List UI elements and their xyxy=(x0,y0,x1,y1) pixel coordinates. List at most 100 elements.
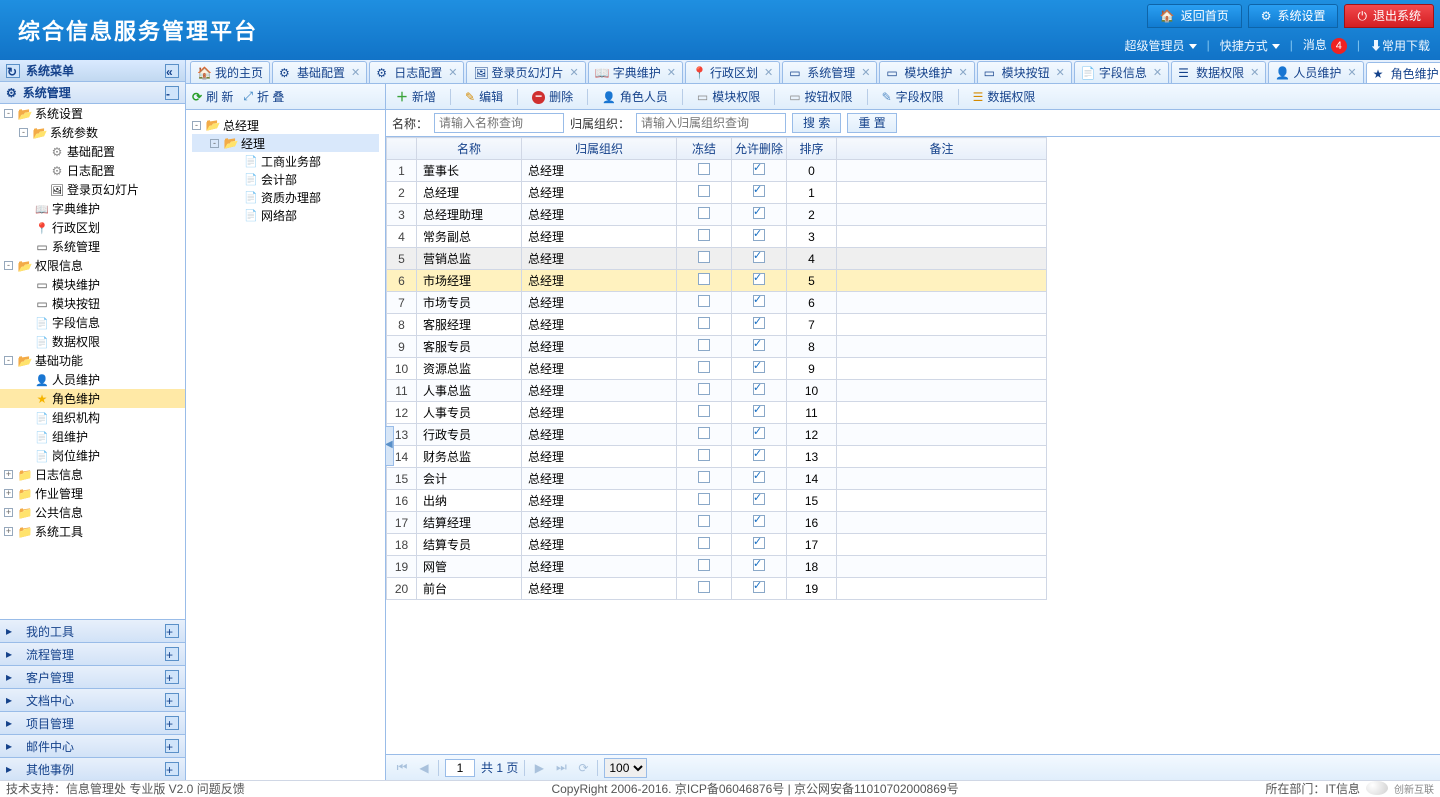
allow-delete-checkbox[interactable] xyxy=(753,449,765,461)
table-row[interactable]: 7市场专员总经理6 xyxy=(387,292,1047,314)
grid-col-6[interactable]: 备注 xyxy=(837,138,1047,160)
allow-delete-checkbox[interactable] xyxy=(753,295,765,307)
expand-icon[interactable]: + xyxy=(165,624,179,638)
user-role-dropdown[interactable]: 超级管理员 xyxy=(1125,37,1197,54)
expand-icon[interactable]: - xyxy=(210,139,219,148)
table-row[interactable]: 9客服专员总经理8 xyxy=(387,336,1047,358)
expand-icon[interactable]: - xyxy=(192,121,201,130)
sidebar-item-系统工具[interactable]: +系统工具 xyxy=(0,522,185,541)
table-row[interactable]: 2总经理总经理1 xyxy=(387,182,1047,204)
frozen-checkbox[interactable] xyxy=(698,515,710,527)
settings-button[interactable]: ⚙ 系统设置 xyxy=(1248,4,1339,28)
tab-登录页幻灯片[interactable]: 🖼登录页幻灯片✕ xyxy=(466,61,585,83)
tab-数据权限[interactable]: ☰数据权限✕ xyxy=(1171,61,1266,83)
table-row[interactable]: 19网管总经理18 xyxy=(387,556,1047,578)
close-icon[interactable]: ✕ xyxy=(1347,66,1356,79)
shortcut-dropdown[interactable]: 快捷方式 xyxy=(1220,37,1280,54)
frozen-checkbox[interactable] xyxy=(698,361,710,373)
frozen-checkbox[interactable] xyxy=(698,185,710,197)
frozen-checkbox[interactable] xyxy=(698,273,710,285)
table-row[interactable]: 12人事专员总经理11 xyxy=(387,402,1047,424)
allow-delete-checkbox[interactable] xyxy=(753,339,765,351)
frozen-checkbox[interactable] xyxy=(698,251,710,263)
table-row[interactable]: 13行政专员总经理12 xyxy=(387,424,1047,446)
table-row[interactable]: 6市场经理总经理5 xyxy=(387,270,1047,292)
tab-字段信息[interactable]: 📄字段信息✕ xyxy=(1074,61,1169,83)
tab-模块维护[interactable]: ▭模块维护✕ xyxy=(879,61,974,83)
allow-delete-checkbox[interactable] xyxy=(753,581,765,593)
allow-delete-checkbox[interactable] xyxy=(753,317,765,329)
allow-delete-checkbox[interactable] xyxy=(753,559,765,571)
expand-icon[interactable]: - xyxy=(19,128,28,137)
close-icon[interactable]: ✕ xyxy=(448,66,457,79)
sidebar-item-人员维护[interactable]: 人员维护 xyxy=(0,370,185,389)
sidebar-item-基础功能[interactable]: -基础功能 xyxy=(0,351,185,370)
panel-collapse-handle[interactable] xyxy=(386,426,394,466)
messages-link[interactable]: 消息4 xyxy=(1303,36,1347,54)
grid-col-3[interactable]: 冻结 xyxy=(677,138,732,160)
search-button[interactable]: 搜 索 xyxy=(792,113,841,133)
sidebar-accordion-文档中心[interactable]: ▸文档中心+ xyxy=(0,688,185,711)
sidebar-accordion-项目管理[interactable]: ▸项目管理+ xyxy=(0,711,185,734)
field-auth-button[interactable]: 字段权限 xyxy=(878,88,948,105)
sidebar-group-sysadmin[interactable]: ⚙ 系统管理 - xyxy=(0,82,185,104)
fold-button[interactable]: 折 叠 xyxy=(243,88,284,105)
page-last-button[interactable]: ⏭ xyxy=(553,760,569,776)
refresh-icon[interactable]: ↻ xyxy=(6,64,20,78)
page-refresh-button[interactable]: ⟳ xyxy=(575,760,591,776)
allow-delete-checkbox[interactable] xyxy=(753,251,765,263)
org-tree-node-会计部[interactable]: 会计部 xyxy=(192,170,379,188)
frozen-checkbox[interactable] xyxy=(698,537,710,549)
sidebar-item-行政区划[interactable]: 行政区划 xyxy=(0,218,185,237)
close-icon[interactable]: ✕ xyxy=(861,66,870,79)
sidebar-item-公共信息[interactable]: +公共信息 xyxy=(0,503,185,522)
delete-button[interactable]: 删除 xyxy=(528,88,577,105)
sidebar-item-日志配置[interactable]: 日志配置 xyxy=(0,161,185,180)
expand-icon[interactable]: + xyxy=(165,647,179,661)
expand-icon[interactable]: + xyxy=(165,693,179,707)
sidebar-item-数据权限[interactable]: 数据权限 xyxy=(0,332,185,351)
tab-字典维护[interactable]: 📖字典维护✕ xyxy=(588,61,683,83)
tab-我的主页[interactable]: 🏠我的主页 xyxy=(190,61,270,83)
tab-模块按钮[interactable]: ▭模块按钮✕ xyxy=(977,61,1072,83)
allow-delete-checkbox[interactable] xyxy=(753,207,765,219)
table-row[interactable]: 15会计总经理14 xyxy=(387,468,1047,490)
download-link[interactable]: ⬇常用下载 xyxy=(1370,37,1430,54)
page-input[interactable] xyxy=(445,759,475,777)
logout-button[interactable]: ⏻ 退出系统 xyxy=(1344,4,1434,28)
frozen-checkbox[interactable] xyxy=(698,471,710,483)
sidebar-accordion-客户管理[interactable]: ▸客户管理+ xyxy=(0,665,185,688)
sidebar-item-组织机构[interactable]: 组织机构 xyxy=(0,408,185,427)
table-row[interactable]: 4常务副总总经理3 xyxy=(387,226,1047,248)
grid-col-2[interactable]: 归属组织 xyxy=(522,138,677,160)
sidebar-item-系统参数[interactable]: -系统参数 xyxy=(0,123,185,142)
sidebar-accordion-我的工具[interactable]: ▸我的工具+ xyxy=(0,619,185,642)
table-row[interactable]: 17结算经理总经理16 xyxy=(387,512,1047,534)
expand-icon[interactable]: + xyxy=(4,527,13,536)
grid-col-4[interactable]: 允许删除 xyxy=(732,138,787,160)
allow-delete-checkbox[interactable] xyxy=(753,273,765,285)
allow-delete-checkbox[interactable] xyxy=(753,493,765,505)
allow-delete-checkbox[interactable] xyxy=(753,427,765,439)
expand-icon[interactable]: - xyxy=(4,109,13,118)
expand-icon[interactable]: + xyxy=(4,470,13,479)
frozen-checkbox[interactable] xyxy=(698,295,710,307)
frozen-checkbox[interactable] xyxy=(698,339,710,351)
frozen-checkbox[interactable] xyxy=(698,317,710,329)
expand-icon[interactable]: + xyxy=(4,508,13,517)
sidebar-item-模块维护[interactable]: 模块维护 xyxy=(0,275,185,294)
sidebar-item-作业管理[interactable]: +作业管理 xyxy=(0,484,185,503)
expand-icon[interactable]: + xyxy=(165,739,179,753)
sidebar-accordion-其他事例[interactable]: ▸其他事例+ xyxy=(0,757,185,780)
sidebar-accordion-流程管理[interactable]: ▸流程管理+ xyxy=(0,642,185,665)
allow-delete-checkbox[interactable] xyxy=(753,383,765,395)
org-tree-node-资质办理部[interactable]: 资质办理部 xyxy=(192,188,379,206)
reset-button[interactable]: 重 置 xyxy=(847,113,896,133)
org-tree-node-工商业务部[interactable]: 工商业务部 xyxy=(192,152,379,170)
frozen-checkbox[interactable] xyxy=(698,493,710,505)
sidebar-item-组维护[interactable]: 组维护 xyxy=(0,427,185,446)
table-row[interactable]: 16出纳总经理15 xyxy=(387,490,1047,512)
sidebar-item-登录页幻灯片[interactable]: 登录页幻灯片 xyxy=(0,180,185,199)
sidebar-item-系统管理[interactable]: 系统管理 xyxy=(0,237,185,256)
expand-icon[interactable]: - xyxy=(4,261,13,270)
